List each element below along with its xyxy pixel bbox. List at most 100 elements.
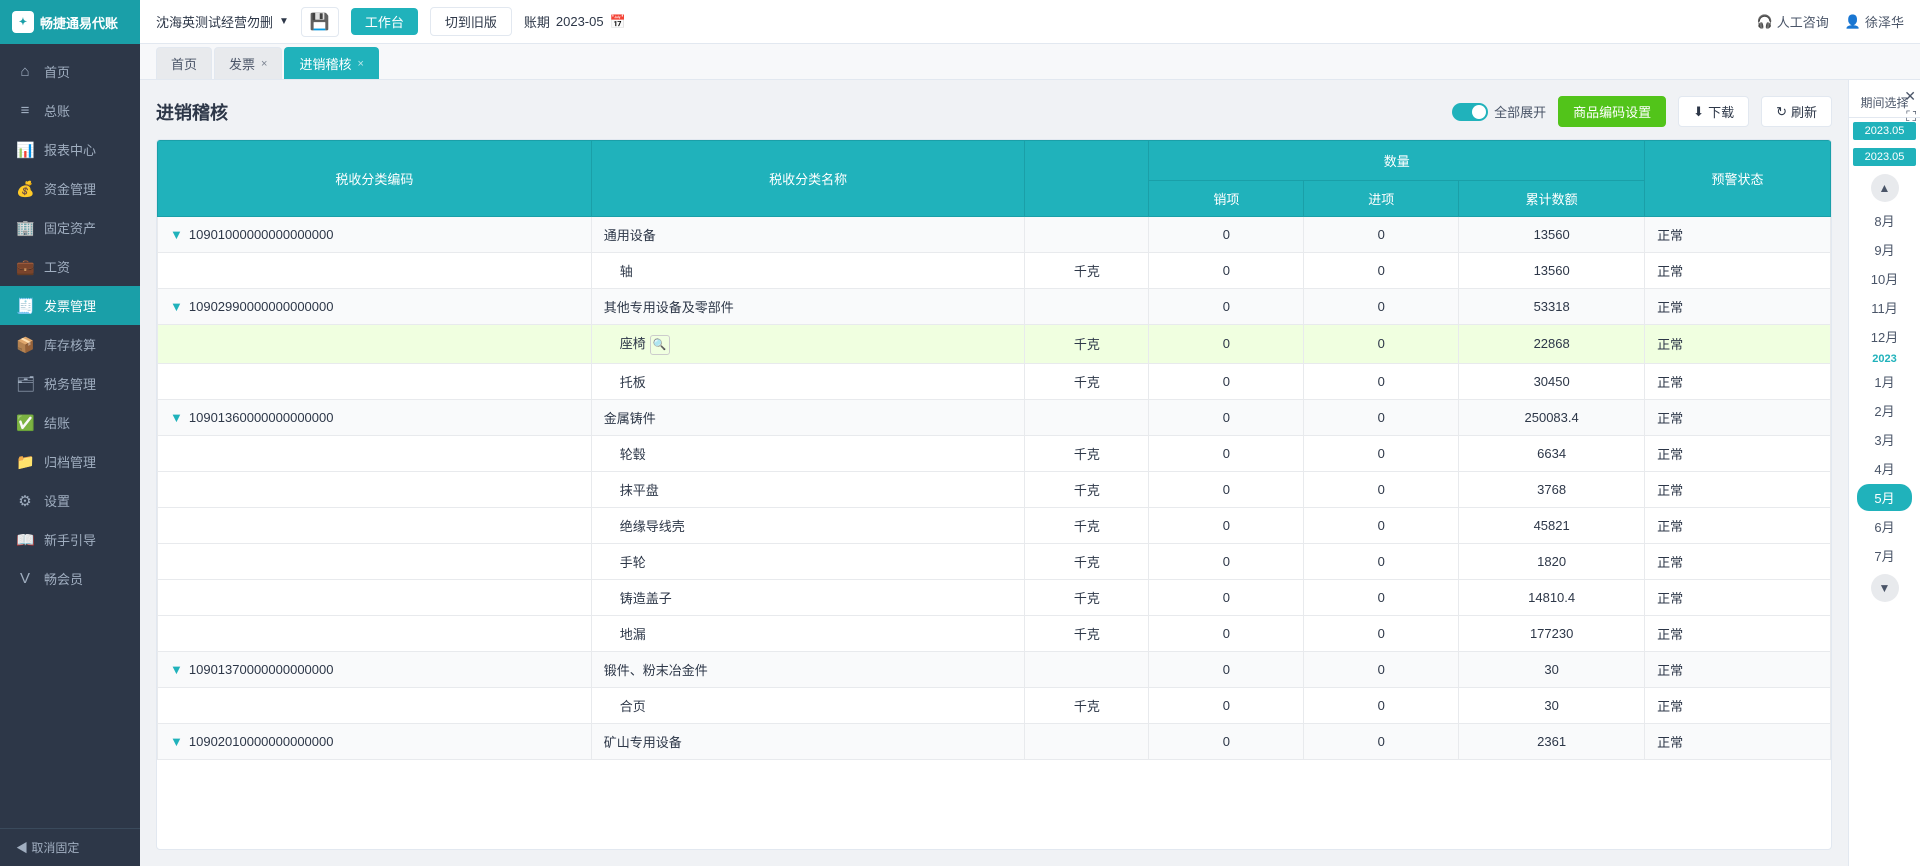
expand-icon[interactable]: ▼ (170, 662, 183, 677)
reconciliation-table: 税收分类编码 税收分类名称 数量 预警状态 销项 进项 累计数额 (157, 140, 1831, 760)
content-area: 进销稽核 全部展开 商品编码设置 ⬇ 下载 ↻ 刷新 (140, 80, 1920, 866)
tab-invoice-close[interactable]: × (261, 58, 267, 70)
sidebar-item-label: 畅会员 (44, 569, 83, 588)
sidebar-item-salary[interactable]: 💼 工资 (0, 247, 140, 286)
row-xiao: 0 (1149, 289, 1304, 325)
row-status: 正常 (1645, 217, 1831, 253)
period-9[interactable]: 9月 (1849, 235, 1920, 264)
row-unit: 千克 (1025, 253, 1149, 289)
topbar: 沈海英测试经营勿删 ▼ 💾 工作台 切到旧版 账期 2023-05 📅 🎧 人工… (140, 0, 1920, 44)
refresh-btn[interactable]: ↻ 刷新 (1761, 96, 1832, 127)
support-label: 人工咨询 (1777, 12, 1829, 31)
col-header-xiao: 销项 (1149, 181, 1304, 217)
switch-version-button[interactable]: 切到旧版 (430, 7, 512, 36)
sidebar-item-inventory[interactable]: 📦 库存核算 (0, 325, 140, 364)
username-label: 徐泽华 (1865, 12, 1904, 31)
sidebar-item-member[interactable]: V 畅会员 (0, 559, 140, 598)
period-down-btn[interactable]: ▼ (1871, 574, 1899, 602)
sidebar-item-invoices[interactable]: 🧾 发票管理 (0, 286, 140, 325)
settings-icon: ⚙ (16, 492, 34, 510)
period-6[interactable]: 6月 (1849, 512, 1920, 541)
row-name: 锻件、粉末冶金件 (591, 651, 1025, 687)
chevron-down-icon: ▼ (279, 16, 289, 27)
sidebar-item-guide[interactable]: 📖 新手引导 (0, 520, 140, 559)
search-icon[interactable]: 🔍 (650, 335, 670, 355)
tab-invoice[interactable]: 发票 × (214, 47, 282, 79)
tab-reconciliation-close[interactable]: × (357, 58, 363, 70)
row-unit (1025, 217, 1149, 253)
sidebar-item-tax[interactable]: 🗂 税务管理 (0, 364, 140, 403)
period-selector[interactable]: 账期 2023-05 📅 (524, 12, 626, 31)
row-status: 正常 (1645, 507, 1831, 543)
period-1[interactable]: 1月 (1849, 367, 1920, 396)
expand-icon[interactable]: ▼ (170, 410, 183, 425)
sidebar-item-fixed-assets[interactable]: 🏢 固定资产 (0, 208, 140, 247)
row-code: ▼10902990000000000000 (158, 289, 592, 325)
expand-all-toggle[interactable]: 全部展开 (1452, 102, 1546, 121)
row-status: 正常 (1645, 543, 1831, 579)
row-name: 铸造盖子 (591, 579, 1025, 615)
row-jin: 0 (1304, 399, 1459, 435)
expand-panel-btn[interactable]: ⛶ (1906, 108, 1916, 125)
sidebar-item-accounting[interactable]: ✅ 结账 (0, 403, 140, 442)
row-status: 正常 (1645, 325, 1831, 364)
row-total: 45821 (1459, 507, 1645, 543)
period-5[interactable]: 5月 (1857, 484, 1912, 511)
expand-icon[interactable]: ▼ (170, 227, 183, 242)
period-12[interactable]: 12月 (1849, 322, 1920, 351)
sidebar-item-settings[interactable]: ⚙ 设置 (0, 481, 140, 520)
sidebar-item-label: 首页 (44, 62, 70, 81)
tab-reconciliation[interactable]: 进销稽核 × (284, 47, 378, 79)
row-total: 30 (1459, 687, 1645, 723)
table-row: 托板 千克 0 0 30450 正常 (158, 363, 1831, 399)
toggle-switch[interactable] (1452, 103, 1488, 121)
app-title: 畅捷通易代账 (40, 13, 118, 32)
tab-home[interactable]: 首页 (156, 47, 212, 79)
period-year-prev[interactable]: 2023.05 (1853, 148, 1917, 166)
sidebar-item-ledger[interactable]: ≡ 总账 (0, 91, 140, 130)
page-header: 进销稽核 全部展开 商品编码设置 ⬇ 下载 ↻ 刷新 (156, 96, 1832, 127)
row-xiao: 0 (1149, 579, 1304, 615)
period-2[interactable]: 2月 (1849, 396, 1920, 425)
period-3[interactable]: 3月 (1849, 425, 1920, 454)
calendar-icon: 📅 (610, 14, 626, 30)
support-button[interactable]: 🎧 人工咨询 (1757, 12, 1829, 31)
row-code (158, 435, 592, 471)
row-xiao: 0 (1149, 615, 1304, 651)
period-8[interactable]: 8月 (1849, 206, 1920, 235)
row-name: 手轮 (591, 543, 1025, 579)
period-11[interactable]: 11月 (1849, 293, 1920, 322)
period-7[interactable]: 7月 (1849, 541, 1920, 570)
close-panel-btn[interactable]: ✕ (1904, 88, 1916, 105)
company-selector[interactable]: 沈海英测试经营勿删 ▼ (156, 12, 289, 31)
user-profile[interactable]: 👤 徐泽华 (1845, 12, 1904, 31)
row-xiao: 0 (1149, 363, 1304, 399)
row-xiao: 0 (1149, 399, 1304, 435)
accounting-icon: ✅ (16, 414, 34, 432)
workbench-button[interactable]: 工作台 (351, 8, 418, 35)
download-btn[interactable]: ⬇ 下载 (1678, 96, 1749, 127)
page-title: 进销稽核 (156, 99, 228, 125)
row-code (158, 507, 592, 543)
period-up-btn[interactable]: ▲ (1871, 174, 1899, 202)
sidebar-item-archive[interactable]: 📁 归档管理 (0, 442, 140, 481)
row-status: 正常 (1645, 615, 1831, 651)
row-total: 1820 (1459, 543, 1645, 579)
sidebar-item-reports[interactable]: 📊 报表中心 (0, 130, 140, 169)
table-row: ▼10902010000000000000 矿山专用设备 0 0 2361 正常 (158, 723, 1831, 759)
tax-icon: 🗂 (16, 375, 34, 393)
invoices-icon: 🧾 (16, 297, 34, 315)
sidebar-item-funds[interactable]: 💰 资金管理 (0, 169, 140, 208)
expand-icon[interactable]: ▼ (170, 299, 183, 314)
sidebar-item-label: 结账 (44, 413, 70, 432)
period-value: 2023-05 (556, 14, 604, 29)
sidebar-item-home[interactable]: ⌂ 首页 (0, 52, 140, 91)
table-row: 合页 千克 0 0 30 正常 (158, 687, 1831, 723)
row-total: 250083.4 (1459, 399, 1645, 435)
sidebar-cancel-pin[interactable]: ◀ 取消固定 (0, 828, 140, 866)
period-10[interactable]: 10月 (1849, 264, 1920, 293)
period-4[interactable]: 4月 (1849, 454, 1920, 483)
expand-icon[interactable]: ▼ (170, 734, 183, 749)
product-code-btn[interactable]: 商品编码设置 (1558, 96, 1666, 127)
save-button[interactable]: 💾 (301, 7, 339, 37)
